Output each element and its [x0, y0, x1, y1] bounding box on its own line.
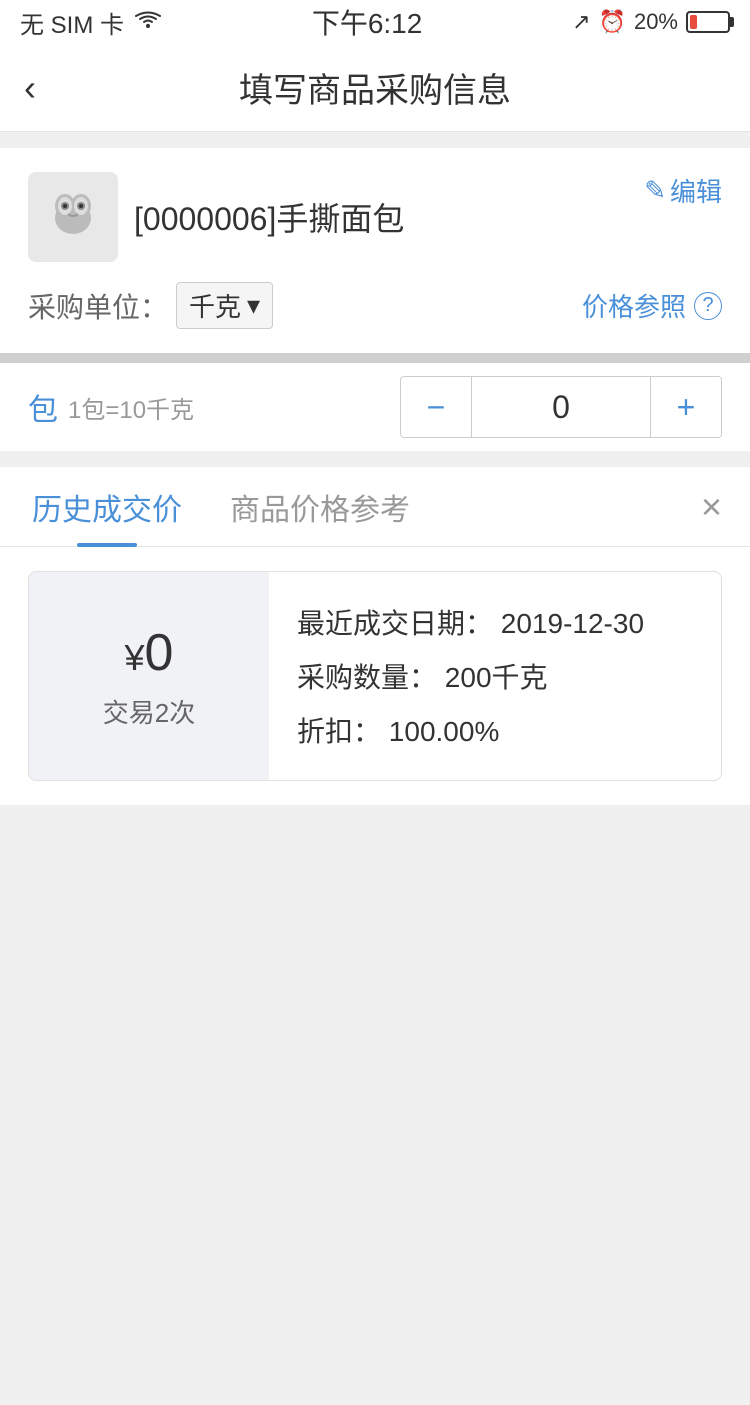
tab-close-button[interactable]: × [701, 486, 722, 528]
quantity-row: 包 1包=10千克 − + [0, 363, 750, 451]
date-value: 2019-12-30 [501, 608, 644, 639]
alarm-icon: ⏰ [599, 9, 626, 35]
purchase-qty-row: 采购数量： 200千克 [297, 656, 693, 696]
tab-price-label: 商品价格参考 [230, 485, 410, 529]
edit-button[interactable]: ✎ 编辑 [644, 172, 722, 209]
unit-dropdown[interactable]: 千克 ▾ [176, 282, 273, 329]
trade-count: 交易2次 [103, 693, 195, 730]
quantity-increase-button[interactable]: + [651, 377, 721, 437]
price-value: 0 [145, 624, 174, 682]
tab-history-label: 历史成交价 [32, 485, 182, 529]
edit-label: 编辑 [670, 172, 722, 209]
price-ref-button[interactable]: 价格参照 ? [582, 287, 722, 324]
product-thumbnail [28, 172, 118, 262]
price-ref-question-icon: ? [694, 292, 722, 320]
currency-symbol: ¥ [125, 637, 145, 678]
history-detail-panel: 最近成交日期： 2019-12-30 采购数量： 200千克 折扣： 100.0… [269, 572, 721, 780]
tab-list: 历史成交价 商品价格参考 [28, 467, 414, 547]
history-card: ¥0 交易2次 最近成交日期： 2019-12-30 采购数量： 200千克 折… [28, 571, 722, 781]
time-display: 下午6:12 [312, 2, 423, 42]
battery-icon [686, 11, 730, 33]
product-unit-row: 采购单位： 千克 ▾ 价格参照 ? [28, 282, 722, 329]
edit-icon: ✎ [644, 175, 666, 206]
product-header: [0000006]手撕面包 ✎ 编辑 [28, 172, 722, 262]
wifi-icon [134, 8, 162, 36]
unit-selector: 采购单位： 千克 ▾ [28, 282, 273, 329]
unit-label-text: 采购单位： [28, 286, 168, 326]
history-content: ¥0 交易2次 最近成交日期： 2019-12-30 采购数量： 200千克 折… [0, 547, 750, 805]
main-background [0, 805, 750, 1405]
history-price-panel: ¥0 交易2次 [29, 572, 269, 780]
discount-row: 折扣： 100.00% [297, 710, 693, 750]
tab-price-ref[interactable]: 商品价格参考 [226, 467, 414, 547]
page-title: 填写商品采购信息 [239, 63, 511, 112]
status-right: ↗ ⏰ 20% [572, 9, 730, 35]
carrier-label: 无 SIM 卡 [20, 5, 124, 40]
product-card: [0000006]手撕面包 ✎ 编辑 采购单位： 千克 ▾ 价格参照 ? [0, 148, 750, 353]
quantity-decrease-button[interactable]: − [401, 377, 471, 437]
package-note: 1包=10千克 [68, 390, 194, 425]
location-icon: ↗ [572, 9, 590, 35]
tab-panel: 历史成交价 商品价格参考 × ¥0 交易2次 最近成交日期： 2019-12-3… [0, 467, 750, 805]
quantity-control: − + [400, 376, 722, 438]
quantity-input[interactable] [471, 377, 651, 437]
package-icon: 包 [28, 385, 58, 429]
discount-label: 折扣： [297, 716, 381, 747]
product-owl-icon [45, 184, 101, 250]
date-label: 最近成交日期： [297, 608, 493, 639]
discount-value: 100.00% [389, 716, 500, 747]
dropdown-arrow-icon: ▾ [247, 290, 260, 321]
qty-label: 采购数量： [297, 662, 437, 693]
quantity-unit-info: 包 1包=10千克 [28, 385, 194, 429]
unit-value: 千克 [189, 287, 241, 324]
price-ref-label: 价格参照 [582, 287, 686, 324]
history-price-display: ¥0 [125, 623, 174, 683]
tab-history-price[interactable]: 历史成交价 [28, 467, 186, 547]
section-divider [0, 353, 750, 363]
qty-value: 200千克 [445, 662, 548, 693]
product-left: [0000006]手撕面包 [28, 172, 404, 262]
tab-header: 历史成交价 商品价格参考 × [0, 467, 750, 547]
status-left: 无 SIM 卡 [20, 5, 162, 40]
product-name: [0000006]手撕面包 [134, 194, 404, 240]
back-button[interactable]: ‹ [24, 67, 36, 109]
transaction-date-row: 最近成交日期： 2019-12-30 [297, 602, 693, 642]
nav-bar: ‹ 填写商品采购信息 [0, 44, 750, 132]
status-bar: 无 SIM 卡 下午6:12 ↗ ⏰ 20% [0, 0, 750, 44]
battery-percent: 20% [634, 9, 678, 35]
